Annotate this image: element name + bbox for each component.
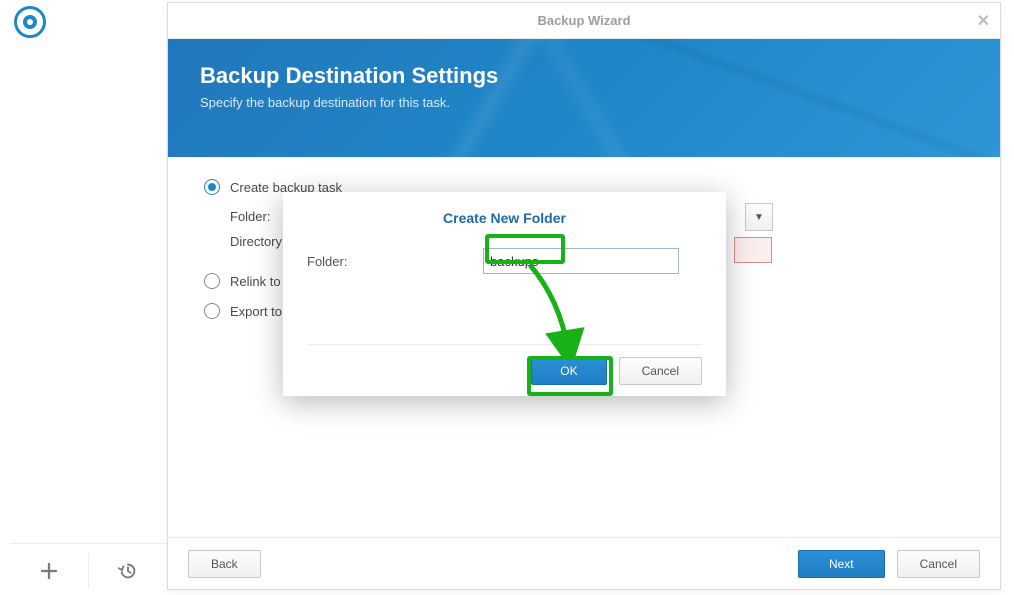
back-button[interactable]: Back bbox=[188, 550, 261, 578]
wizard-close-icon[interactable]: ✕ bbox=[977, 11, 990, 31]
wizard-footer: Back Next Cancel bbox=[168, 537, 1000, 589]
dialog-divider bbox=[307, 344, 702, 345]
left-toolbar bbox=[10, 543, 168, 589]
banner-title: Backup Destination Settings bbox=[200, 63, 968, 89]
dialog-footer: OK Cancel bbox=[307, 357, 702, 385]
folder-name-input[interactable] bbox=[483, 248, 679, 274]
chevron-down-icon: ▼ bbox=[754, 212, 764, 223]
add-button[interactable] bbox=[10, 553, 88, 589]
dialog-title: Create New Folder bbox=[307, 210, 702, 226]
plus-icon bbox=[39, 561, 59, 581]
wizard-title: Backup Wizard bbox=[537, 13, 630, 28]
app-logo-icon bbox=[14, 6, 46, 38]
wizard-banner: Backup Destination Settings Specify the … bbox=[168, 39, 1000, 157]
history-button[interactable] bbox=[88, 553, 166, 589]
dialog-cancel-button[interactable]: Cancel bbox=[619, 357, 702, 385]
history-icon bbox=[117, 560, 139, 582]
radio-icon bbox=[204, 273, 220, 289]
banner-subtitle: Specify the backup destination for this … bbox=[200, 95, 968, 110]
ok-button[interactable]: OK bbox=[531, 357, 606, 385]
radio-label: Export to bbox=[230, 304, 282, 319]
create-folder-dialog: Create New Folder Folder: OK Cancel bbox=[283, 192, 726, 396]
directory-error-field bbox=[734, 237, 772, 263]
radio-label: Relink to bbox=[230, 274, 281, 289]
radio-icon bbox=[204, 303, 220, 319]
dialog-folder-row: Folder: bbox=[307, 248, 702, 274]
radio-icon bbox=[204, 179, 220, 195]
dialog-folder-label: Folder: bbox=[307, 254, 477, 269]
wizard-titlebar: Backup Wizard ✕ bbox=[168, 3, 1000, 39]
folder-dropdown-caret[interactable]: ▼ bbox=[745, 203, 773, 231]
cancel-button[interactable]: Cancel bbox=[897, 550, 980, 578]
next-button[interactable]: Next bbox=[798, 550, 885, 578]
